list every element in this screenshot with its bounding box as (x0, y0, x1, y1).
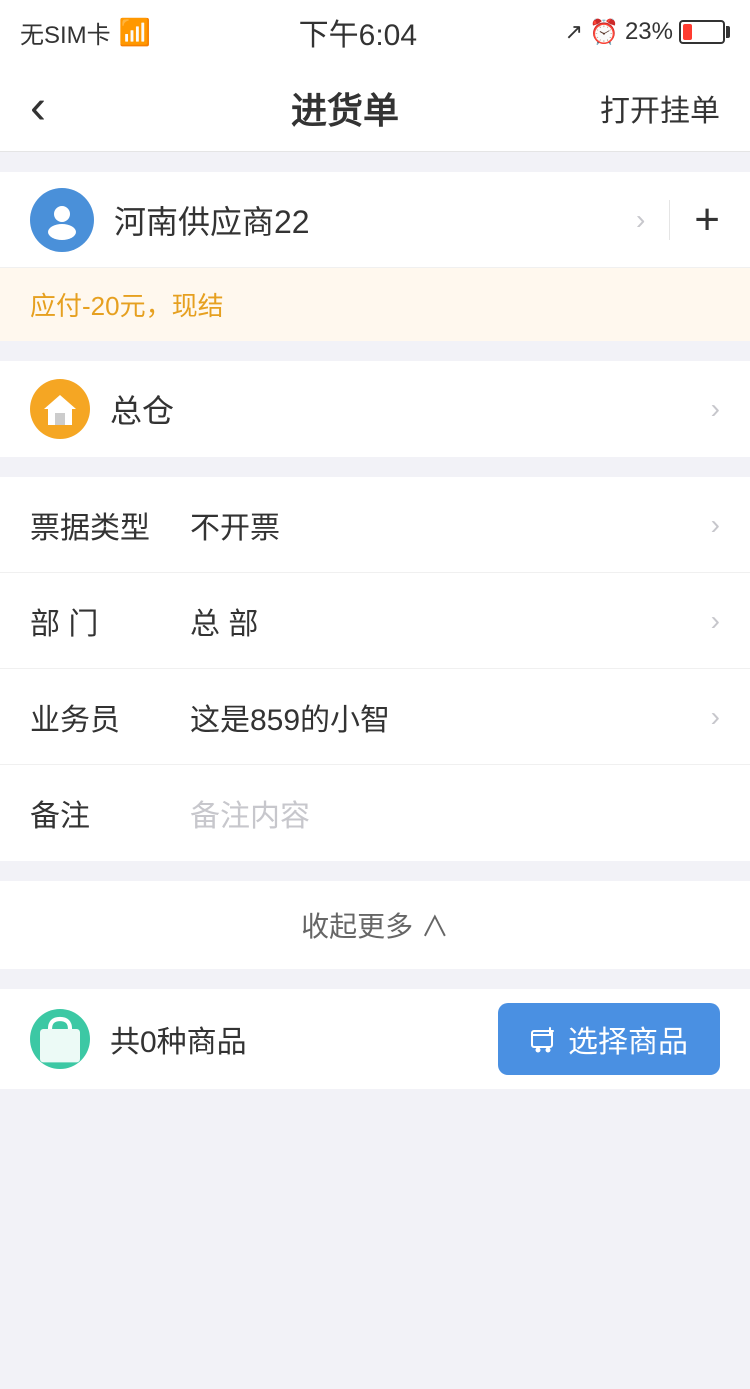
supplier-chevron-icon: › (636, 204, 645, 236)
wifi-icon: 📶 (119, 17, 151, 48)
salesperson-row[interactable]: 业务员 这是859的小智 › (0, 669, 750, 765)
supplier-avatar (30, 188, 94, 252)
location-icon: ↗ (565, 19, 583, 45)
home-icon (42, 391, 78, 427)
product-bar: 共0种商品 选择商品 (0, 989, 750, 1089)
add-supplier-button[interactable]: + (694, 195, 720, 245)
open-pending-button[interactable]: 打开挂单 (600, 86, 720, 130)
product-icon (30, 1009, 90, 1069)
select-product-button[interactable]: 选择商品 (498, 1003, 720, 1075)
product-count: 共0种商品 (110, 1017, 498, 1061)
salesperson-label: 业务员 (30, 695, 170, 739)
section-gap-1 (0, 152, 750, 172)
battery-icon (679, 20, 730, 44)
status-bar-right: ↗ ⏰ 23% (565, 18, 730, 47)
remark-placeholder[interactable]: 备注内容 (170, 791, 720, 835)
battery-percent: 23% (625, 18, 673, 46)
invoice-type-label: 票据类型 (30, 503, 170, 547)
cart-add-icon (530, 1025, 558, 1053)
supplier-name: 河南供应商22 (114, 197, 636, 243)
back-button[interactable]: ‹ (30, 80, 90, 135)
warehouse-icon (30, 379, 90, 439)
collapse-row[interactable]: 收起更多 ∧ (0, 881, 750, 969)
alarm-icon: ⏰ (589, 18, 619, 47)
warehouse-chevron-icon: › (711, 393, 720, 425)
collapse-label: 收起更多 ∧ (301, 905, 449, 945)
department-row[interactable]: 部 门 总 部 › (0, 573, 750, 669)
shopping-bag-icon (30, 1009, 90, 1069)
status-bar-left: 无SIM卡 📶 (20, 15, 151, 50)
supplier-row[interactable]: 河南供应商22 › + (0, 172, 750, 268)
status-bar-time: 下午6:04 (299, 10, 417, 54)
invoice-type-row[interactable]: 票据类型 不开票 › (0, 477, 750, 573)
remark-row[interactable]: 备注 备注内容 (0, 765, 750, 861)
carrier-label: 无SIM卡 (20, 15, 111, 50)
notice-banner: 应付-20元，现结 (0, 268, 750, 341)
form-section: 票据类型 不开票 › 部 门 总 部 › 业务员 这是859的小智 › 备注 备… (0, 477, 750, 861)
warehouse-row[interactable]: 总仓 › (0, 361, 750, 457)
warehouse-name: 总仓 (110, 386, 711, 432)
page-title: 进货单 (291, 82, 399, 134)
salesperson-value: 这是859的小智 (170, 695, 711, 739)
invoice-type-chevron-icon: › (711, 509, 720, 541)
supplier-card: 河南供应商22 › + 应付-20元，现结 (0, 172, 750, 341)
supplier-divider (669, 200, 670, 240)
department-label: 部 门 (30, 599, 170, 643)
department-value: 总 部 (170, 599, 711, 643)
salesperson-chevron-icon: › (711, 701, 720, 733)
background-fill (0, 1089, 750, 1389)
invoice-type-value: 不开票 (170, 503, 711, 547)
remark-label: 备注 (30, 791, 170, 835)
person-icon (42, 200, 82, 240)
status-bar: 无SIM卡 📶 下午6:04 ↗ ⏰ 23% (0, 0, 750, 64)
nav-bar: ‹ 进货单 打开挂单 (0, 64, 750, 152)
department-chevron-icon: › (711, 605, 720, 637)
select-product-label: 选择商品 (568, 1017, 688, 1061)
